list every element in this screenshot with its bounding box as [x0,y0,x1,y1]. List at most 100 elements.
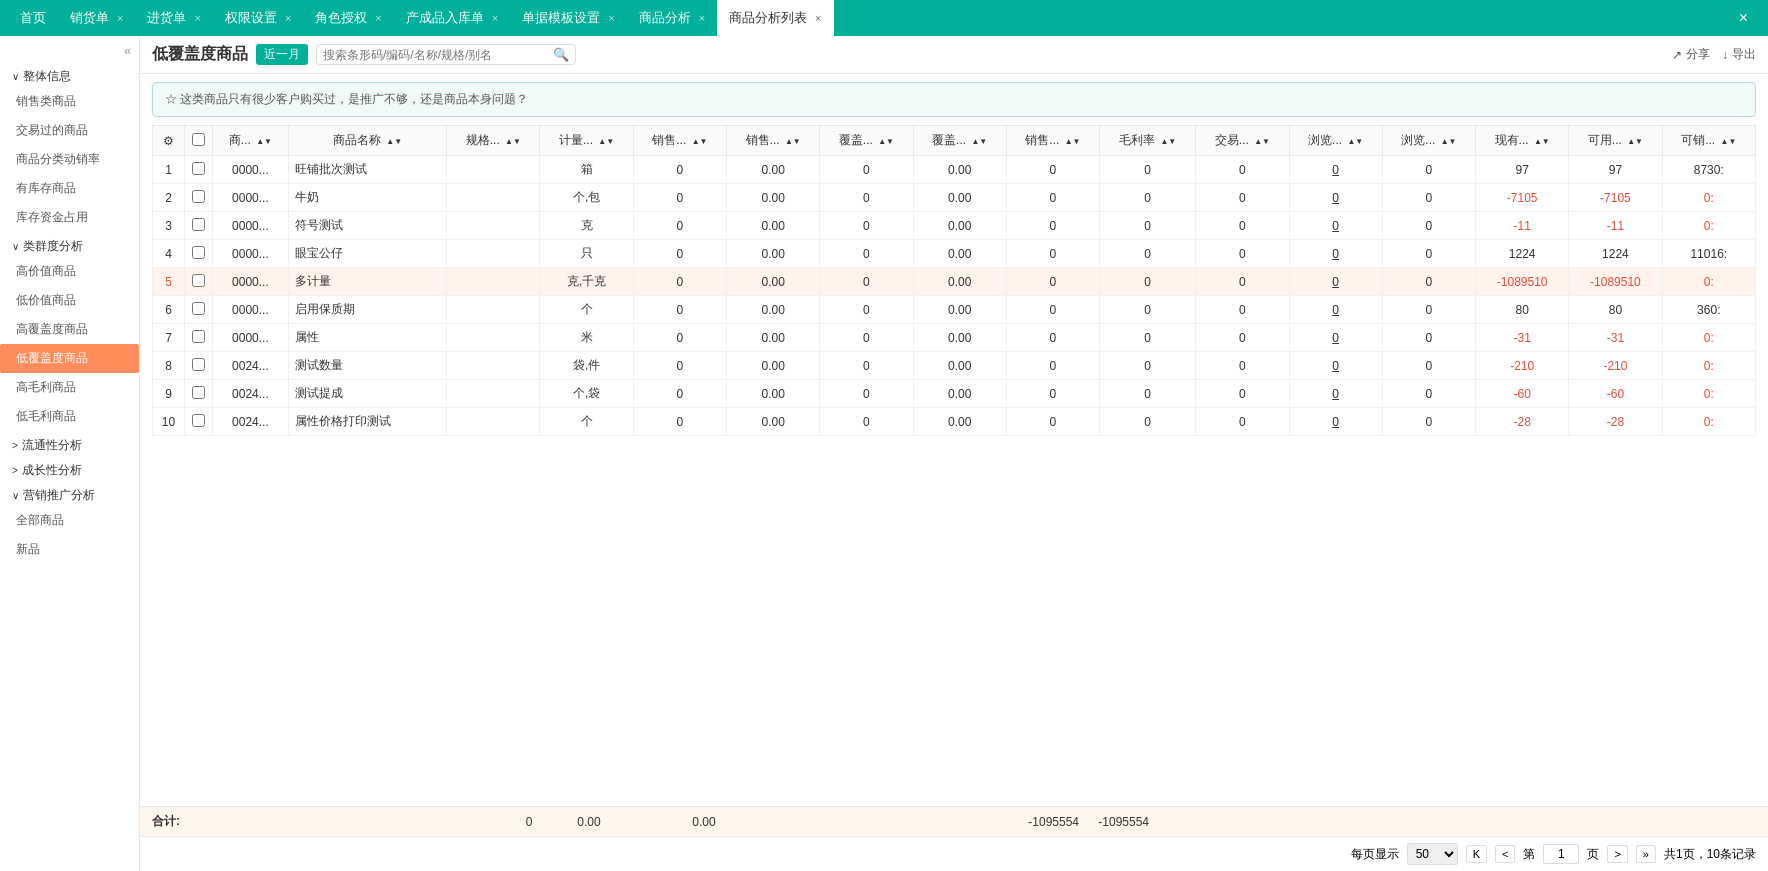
sort-views1[interactable]: ▲▼ [1347,137,1363,146]
search-input[interactable] [323,48,553,62]
row-checkbox[interactable] [185,408,213,436]
nav-roles-close[interactable]: × [375,0,381,36]
row-views1[interactable]: 0 [1289,240,1382,268]
sidebar-section-cluster[interactable]: ∨ 类群度分析 [0,232,139,257]
export-button[interactable]: ↓ 导出 [1722,46,1756,63]
sidebar-collapse-button[interactable]: « [0,40,139,62]
row-checkbox[interactable] [185,296,213,324]
nav-permissions-close[interactable]: × [285,0,291,36]
sort-sales-ratio[interactable]: ▲▼ [1065,137,1081,146]
sidebar-section-flow[interactable]: > 流通性分析 [0,431,139,456]
nav-purchase[interactable]: 进货单 × [135,0,212,36]
th-transaction[interactable]: 交易... ▲▼ [1196,126,1289,156]
sidebar-item-category-rate[interactable]: 商品分类动销率 [0,145,139,174]
sidebar-item-stocked-goods[interactable]: 有库存商品 [0,174,139,203]
nav-sales[interactable]: 销货单 × [58,0,135,36]
sidebar-item-high-coverage[interactable]: 高覆盖度商品 [0,315,139,344]
th-name[interactable]: 商品名称 ▲▼ [288,126,446,156]
nav-product-analysis[interactable]: 商品分析 × [627,0,717,36]
sidebar-item-all-goods[interactable]: 全部商品 [0,506,139,535]
row-views1[interactable]: 0 [1289,408,1382,436]
sidebar-section-overall[interactable]: ∨ 整体信息 [0,62,139,87]
nav-roles[interactable]: 角色授权 × [303,0,393,36]
sort-transaction[interactable]: ▲▼ [1254,137,1270,146]
row-views1[interactable]: 0 [1289,156,1382,184]
th-checkbox[interactable] [185,126,213,156]
views1-link[interactable]: 0 [1332,415,1339,429]
th-spec[interactable]: 规格... ▲▼ [447,126,540,156]
sort-gross-margin[interactable]: ▲▼ [1160,137,1176,146]
sort-available-stock[interactable]: ▲▼ [1627,137,1643,146]
row-checkbox[interactable] [185,184,213,212]
views1-link[interactable]: 0 [1332,247,1339,261]
nav-templates-close[interactable]: × [608,0,614,36]
row-views1[interactable]: 0 [1289,212,1382,240]
row-select-checkbox[interactable] [192,190,205,203]
row-views1[interactable]: 0 [1289,296,1382,324]
row-select-checkbox[interactable] [192,414,205,427]
sort-sales-amt[interactable]: ▲▼ [785,137,801,146]
th-sales-qty[interactable]: 销售... ▲▼ [633,126,726,156]
nav-products[interactable]: 产成品入库单 × [394,0,510,36]
row-select-checkbox[interactable] [192,302,205,315]
views1-link[interactable]: 0 [1332,303,1339,317]
sort-spec[interactable]: ▲▼ [505,137,521,146]
nav-product-analysis-list-close[interactable]: × [815,0,821,36]
row-checkbox[interactable] [185,352,213,380]
nav-templates[interactable]: 单据模板设置 × [510,0,626,36]
th-coverage2[interactable]: 覆盖... ▲▼ [913,126,1006,156]
nav-home[interactable]: 首页 [8,0,58,36]
sort-coverage1[interactable]: ▲▼ [878,137,894,146]
sort-sales-qty[interactable]: ▲▼ [692,137,708,146]
per-page-select[interactable]: 50 20 100 [1407,843,1458,865]
row-checkbox[interactable] [185,380,213,408]
next-page-button[interactable]: > [1607,845,1627,863]
last-page-button[interactable]: » [1636,845,1656,863]
nav-permissions[interactable]: 权限设置 × [213,0,303,36]
row-checkbox[interactable] [185,324,213,352]
row-checkbox[interactable] [185,240,213,268]
sort-views2[interactable]: ▲▼ [1441,137,1457,146]
select-all-checkbox[interactable] [192,133,205,146]
sidebar-item-new-products[interactable]: 新品 [0,535,139,564]
row-checkbox[interactable] [185,156,213,184]
views1-link[interactable]: 0 [1332,163,1339,177]
row-select-checkbox[interactable] [192,330,205,343]
row-checkbox[interactable] [185,212,213,240]
row-checkbox[interactable] [185,268,213,296]
row-select-checkbox[interactable] [192,358,205,371]
prev-page-button[interactable]: < [1495,845,1515,863]
sidebar-item-sales-goods[interactable]: 销售类商品 [0,87,139,116]
row-views1[interactable]: 0 [1289,324,1382,352]
th-sales-ratio[interactable]: 销售... ▲▼ [1006,126,1099,156]
sort-name[interactable]: ▲▼ [386,137,402,146]
sort-unit[interactable]: ▲▼ [598,137,614,146]
row-views1[interactable]: 0 [1289,380,1382,408]
th-sellable[interactable]: 可销... ▲▼ [1662,126,1755,156]
th-code[interactable]: 商... ▲▼ [213,126,289,156]
th-views1[interactable]: 浏览... ▲▼ [1289,126,1382,156]
views1-link[interactable]: 0 [1332,191,1339,205]
sidebar-item-low-margin[interactable]: 低毛利商品 [0,402,139,431]
nav-products-close[interactable]: × [492,0,498,36]
views1-link[interactable]: 0 [1332,219,1339,233]
time-filter-button[interactable]: 近一月 [256,44,308,65]
nav-product-analysis-close[interactable]: × [699,0,705,36]
row-views1[interactable]: 0 [1289,268,1382,296]
sidebar-item-inventory-capital[interactable]: 库存资金占用 [0,203,139,232]
sidebar-item-high-value[interactable]: 高价值商品 [0,257,139,286]
th-gross-margin[interactable]: 毛利率 ▲▼ [1100,126,1196,156]
row-views1[interactable]: 0 [1289,184,1382,212]
page-number-input[interactable] [1543,844,1579,864]
th-available-stock[interactable]: 可用... ▲▼ [1569,126,1662,156]
sort-coverage2[interactable]: ▲▼ [971,137,987,146]
nav-product-analysis-list[interactable]: 商品分析列表 × [717,0,833,36]
sidebar-item-low-coverage[interactable]: 低覆盖度商品 [0,344,139,373]
share-button[interactable]: ↗ 分享 [1672,46,1710,63]
sidebar-item-high-margin[interactable]: 高毛利商品 [0,373,139,402]
views1-link[interactable]: 0 [1332,331,1339,345]
th-coverage1[interactable]: 覆盖... ▲▼ [820,126,913,156]
th-current-stock[interactable]: 现有... ▲▼ [1476,126,1569,156]
views1-link[interactable]: 0 [1332,275,1339,289]
first-page-button[interactable]: K [1466,845,1487,863]
